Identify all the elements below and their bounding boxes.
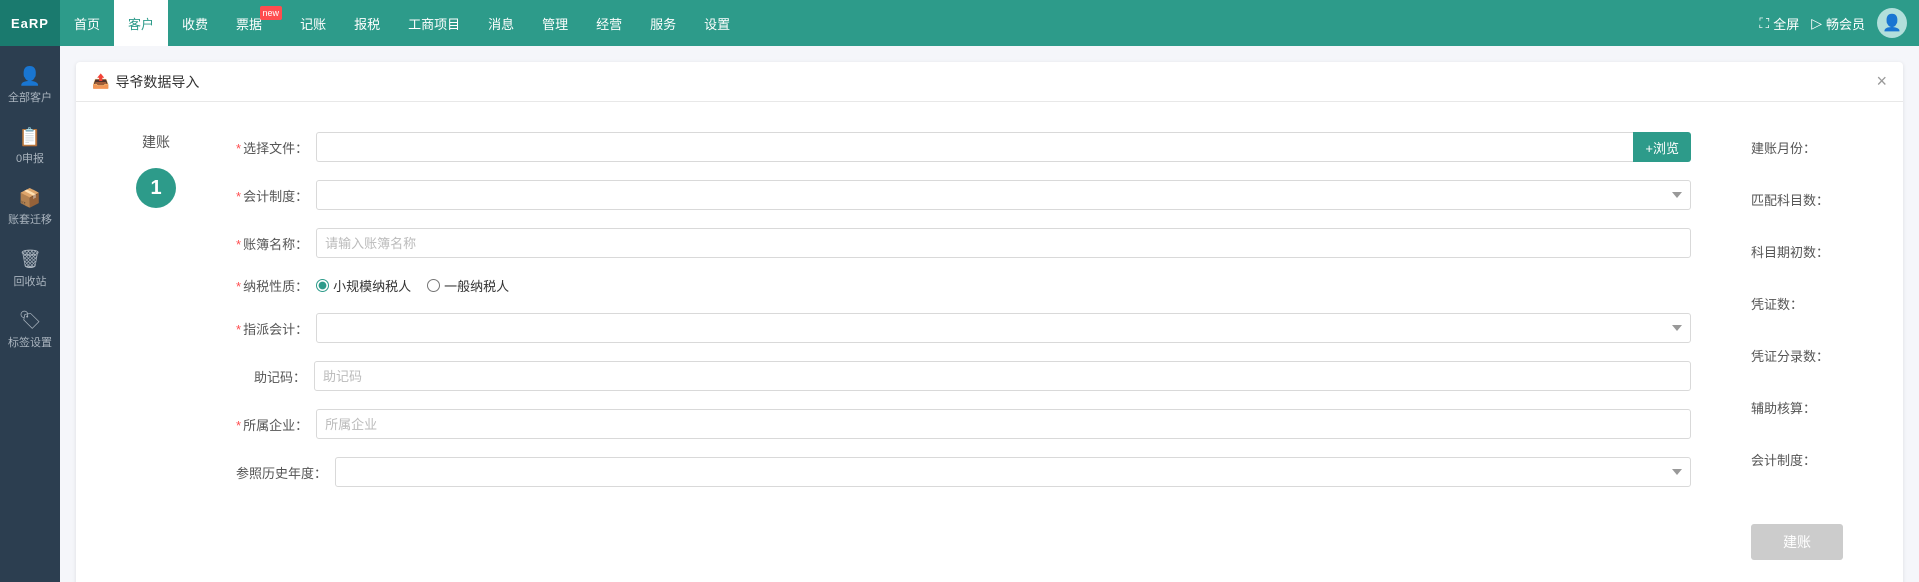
nav-item-customer[interactable]: 客户	[114, 0, 168, 46]
radio-general-taxpayer[interactable]: 一般纳税人	[427, 276, 509, 295]
logo: EaRP	[0, 0, 60, 46]
build-month-row: 建账月份：	[1751, 132, 1843, 162]
file-text-input[interactable]	[316, 132, 1633, 162]
step-section: 建账 1	[136, 132, 176, 560]
assign-accountant-label: *指派会计：	[236, 319, 308, 338]
sidebar-item-all-customers[interactable]: 👤 全部客户	[0, 54, 60, 115]
close-button[interactable]: ×	[1876, 72, 1887, 90]
voucher-label: 凭证数：	[1751, 294, 1803, 313]
nav-item-settings[interactable]: 设置	[690, 0, 744, 46]
assign-accountant-row: *指派会计：	[236, 313, 1691, 343]
form-right-wrapper: 建账月份： 匹配科目数： 科目期初数： 凭证数：	[1751, 132, 1843, 560]
import-icon: 📤	[92, 73, 109, 90]
owner-company-label: *所属企业：	[236, 415, 308, 434]
new-badge: new	[260, 6, 283, 20]
panel-header: 📤 导爷数据导入	[76, 62, 1903, 102]
nav-item-operation[interactable]: 经营	[582, 0, 636, 46]
nav-item-home[interactable]: 首页	[60, 0, 114, 46]
build-account-button[interactable]: 建账	[1751, 524, 1843, 560]
memo-code-input[interactable]	[314, 361, 1691, 391]
owner-company-row: *所属企业：	[236, 409, 1691, 439]
file-select-row: *选择文件： +浏览	[236, 132, 1691, 162]
memo-code-label: 助记码：	[236, 367, 306, 386]
right-btn-area: 建账	[1751, 504, 1843, 560]
right-accounting-system-label: 会计制度：	[1751, 450, 1816, 469]
owner-company-input[interactable]	[316, 409, 1691, 439]
assign-accountant-select[interactable]	[316, 313, 1691, 343]
tax-radio-group: 小规模纳税人 一般纳税人	[316, 276, 1691, 295]
sidebar: 👤 全部客户 📋 0申报 📦 账套迁移 🗑 回收站 🏷 标签设置	[0, 46, 60, 582]
nav-item-service[interactable]: 服务	[636, 0, 690, 46]
voucher-entries-label: 凭证分录数：	[1751, 346, 1829, 365]
nav-item-business[interactable]: 工商项目	[394, 0, 474, 46]
memo-code-row: 助记码：	[236, 361, 1691, 391]
avatar[interactable]: 👤	[1877, 8, 1907, 38]
right-fields: 建账月份： 匹配科目数： 科目期初数： 凭证数：	[1751, 132, 1843, 474]
form-left: *选择文件： +浏览 *会计制度：	[236, 132, 1691, 560]
nav-item-message[interactable]: 消息	[474, 0, 528, 46]
top-navigation: EaRP 首页 客户 收费 票据 new 记账 报税 工商项目 消息 管理	[0, 0, 1919, 46]
file-input-row: +浏览	[316, 132, 1691, 162]
fullscreen-button[interactable]: ⛶ 全屏	[1759, 14, 1799, 33]
accounting-select[interactable]	[316, 180, 1691, 210]
voucher-row: 凭证数：	[1751, 288, 1843, 318]
nav-items: 首页 客户 收费 票据 new 记账 报税 工商项目 消息 管理 经营	[60, 0, 1759, 46]
nav-right: ⛶ 全屏 ▷ 畅会员 👤	[1759, 8, 1919, 38]
radio-small-taxpayer[interactable]: 小规模纳税人	[316, 276, 411, 295]
form-container: 建账 1 *选择文件： +浏览	[76, 102, 1903, 582]
right-accounting-system-row: 会计制度：	[1751, 444, 1843, 474]
step-circle: 1	[136, 168, 176, 208]
logo-text: EaRP	[11, 16, 49, 31]
nav-item-ticket[interactable]: 票据 new	[222, 0, 286, 46]
accounting-system-row: *会计制度：	[236, 180, 1691, 210]
ledger-name-row: *账簿名称：	[236, 228, 1691, 258]
tag-icon: 🏷	[18, 309, 42, 333]
reference-year-row: 参照历史年度：	[236, 457, 1691, 487]
reference-year-select[interactable]	[335, 457, 1691, 487]
ledger-name-label: *账簿名称：	[236, 234, 308, 253]
sidebar-item-tag-settings[interactable]: 🏷 标签设置	[0, 299, 60, 360]
aux-accounting-label: 辅助核算：	[1751, 398, 1816, 417]
match-subjects-row: 匹配科目数：	[1751, 184, 1843, 214]
initial-subjects-label: 科目期初数：	[1751, 242, 1829, 261]
voucher-entries-row: 凭证分录数：	[1751, 340, 1843, 370]
fullscreen-icon: ⛶	[1759, 15, 1769, 32]
match-subjects-label: 匹配科目数：	[1751, 190, 1829, 209]
browse-button[interactable]: +浏览	[1633, 132, 1691, 162]
content-area: 📤 导爷数据导入 × 建账 1 *选择文件：	[60, 46, 1919, 582]
accounting-label: *会计制度：	[236, 186, 308, 205]
tax-type-label: *纳税性质：	[236, 276, 308, 295]
aux-accounting-row: 辅助核算：	[1751, 392, 1843, 422]
panel-title: 导爷数据导入	[115, 72, 199, 92]
nav-item-manage[interactable]: 管理	[528, 0, 582, 46]
step-label: 建账	[142, 132, 170, 152]
nav-item-tax[interactable]: 报税	[340, 0, 394, 46]
reference-year-label: 参照历史年度：	[236, 463, 327, 482]
declaration-icon: 📋	[18, 125, 42, 149]
main-layout: 👤 全部客户 📋 0申报 📦 账套迁移 🗑 回收站 🏷 标签设置 📤 导爷数据导…	[0, 46, 1919, 582]
ledger-name-input[interactable]	[316, 228, 1691, 258]
tax-type-row: *纳税性质： 小规模纳税人 一般纳税人	[236, 276, 1691, 295]
trash-icon: 🗑	[18, 248, 42, 272]
user-icon: 👤	[1882, 13, 1902, 33]
migrate-icon: 📦	[18, 186, 42, 210]
file-label: *选择文件：	[236, 138, 308, 157]
nav-item-account[interactable]: 记账	[286, 0, 340, 46]
import-panel: 📤 导爷数据导入 × 建账 1 *选择文件：	[76, 62, 1903, 582]
member-button[interactable]: ▷ 畅会员	[1811, 14, 1865, 33]
initial-subjects-row: 科目期初数：	[1751, 236, 1843, 266]
sidebar-item-trash[interactable]: 🗑 回收站	[0, 238, 60, 299]
sidebar-item-account-migrate[interactable]: 📦 账套迁移	[0, 176, 60, 237]
nav-item-charge[interactable]: 收费	[168, 0, 222, 46]
sidebar-item-declaration[interactable]: 📋 0申报	[0, 115, 60, 176]
play-icon: ▷	[1811, 15, 1822, 32]
user-group-icon: 👤	[18, 64, 42, 88]
build-month-label: 建账月份：	[1751, 138, 1816, 157]
